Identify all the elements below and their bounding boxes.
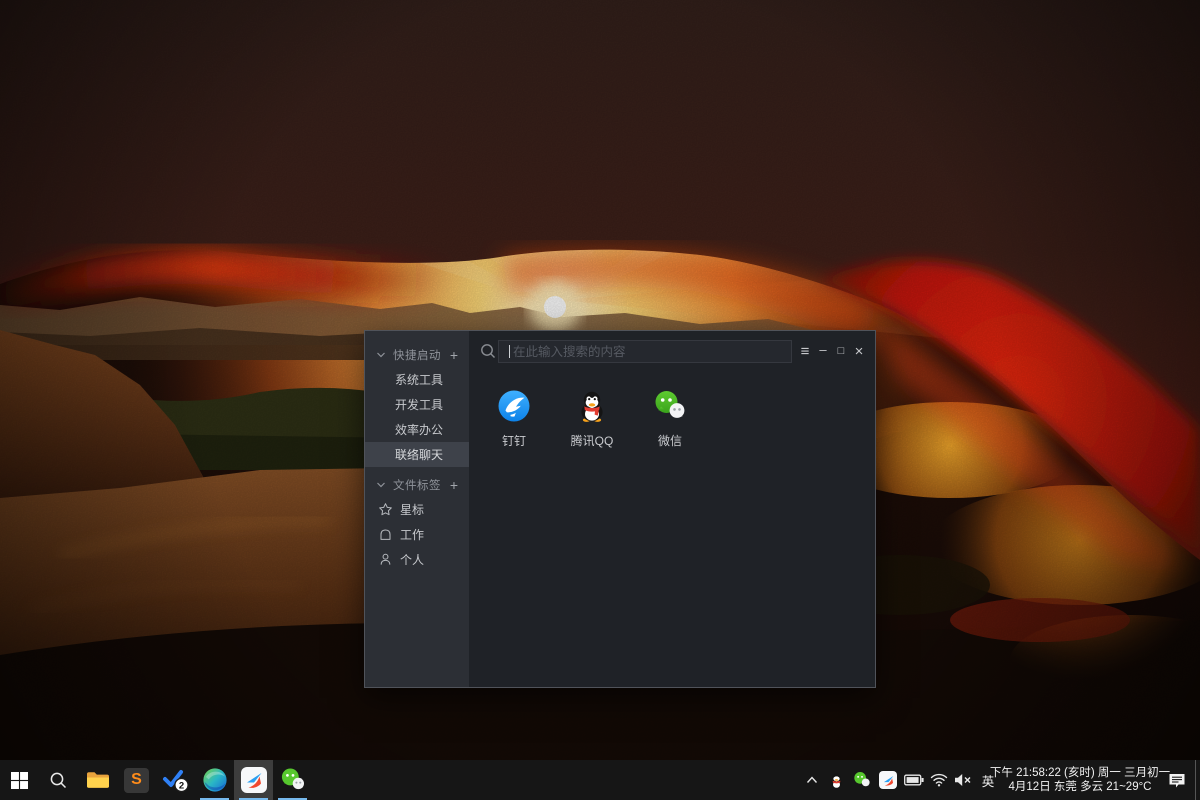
desktop: 快捷启动 + 系统工具 开发工具 效率办公 联络聊天 文件标签 + 星标 (0, 0, 1200, 800)
sidebar-item-office[interactable]: 效率办公 (365, 417, 469, 442)
app-tile-qq[interactable]: 腾讯QQ (553, 389, 631, 449)
search-input[interactable] (499, 341, 791, 362)
sidebar-group-quick-launch[interactable]: 快捷启动 + (365, 343, 469, 367)
home-icon (378, 527, 393, 542)
folder-icon (86, 770, 110, 790)
sidebar-item-system-tools[interactable]: 系统工具 (365, 367, 469, 392)
close-button[interactable]: × (850, 331, 868, 371)
show-desktop-button[interactable] (1195, 760, 1200, 800)
taskbar-search-button[interactable] (39, 760, 78, 800)
taskbar-launcher-app[interactable] (234, 760, 273, 800)
app-label: 腾讯QQ (571, 432, 614, 449)
search-box (498, 340, 792, 363)
app-label: 钉钉 (502, 432, 526, 449)
wechat-icon (853, 771, 871, 789)
menu-icon[interactable]: ≡ (796, 331, 814, 371)
dingtalk-icon (497, 389, 531, 423)
clock-line1: 下午 21:58:22 (亥时) 周一 三月初一 (990, 766, 1170, 780)
launcher-app-icon (241, 767, 267, 793)
sidebar-tag-work[interactable]: 工作 (365, 522, 469, 547)
app-tile-dingtalk[interactable]: 钉钉 (475, 389, 553, 449)
windows-logo-icon (11, 772, 28, 789)
tag-label: 工作 (400, 526, 424, 543)
tray-wifi[interactable] (927, 760, 951, 800)
launcher-main: ≡ – □ × 钉钉 (469, 331, 875, 687)
tray-wechat[interactable] (849, 760, 875, 800)
check-icon: 2 (162, 767, 189, 793)
sidebar-tag-starred[interactable]: 星标 (365, 497, 469, 522)
launcher-app-icon (879, 771, 897, 789)
edge-icon (202, 767, 228, 793)
sublime-icon: S (124, 768, 149, 793)
taskbar: S 2 (0, 760, 1200, 800)
notification-icon (1168, 772, 1186, 789)
sidebar-tag-personal[interactable]: 个人 (365, 547, 469, 572)
clock-line2: 4月12日 东莞 多云 21~29°C (990, 780, 1170, 794)
taskbar-todo-app[interactable]: 2 (156, 760, 195, 800)
tray-qq[interactable] (823, 760, 849, 800)
tray-volume-muted[interactable] (951, 760, 975, 800)
group-label: 快捷启动 (393, 347, 441, 363)
window-titlebar[interactable]: ≡ – □ × (469, 331, 875, 371)
taskbar-edge[interactable] (195, 760, 234, 800)
wifi-icon (930, 773, 948, 787)
star-icon (378, 502, 393, 517)
chevron-down-icon (376, 480, 386, 490)
taskbar-file-explorer[interactable] (78, 760, 117, 800)
minimize-button[interactable]: – (814, 331, 832, 371)
text-caret (509, 345, 510, 358)
battery-icon (904, 774, 924, 786)
tag-label: 星标 (400, 501, 424, 518)
tray-launcher-app[interactable] (875, 760, 901, 800)
app-label: 微信 (658, 432, 682, 449)
speaker-mute-icon (954, 773, 972, 787)
wechat-icon (653, 389, 687, 423)
wechat-icon (280, 767, 306, 793)
start-button[interactable] (0, 760, 39, 800)
system-tray: 英 下午 21:58:22 (亥时) 周一 三月初一 4月12日 东莞 多云 2… (801, 760, 1200, 800)
qq-icon (575, 389, 609, 423)
add-tag-button[interactable]: + (450, 480, 458, 490)
group-label: 文件标签 (393, 477, 441, 493)
search-icon (479, 342, 497, 360)
tray-battery[interactable] (901, 760, 927, 800)
taskbar-wechat[interactable] (273, 760, 312, 800)
launcher-window: 快捷启动 + 系统工具 开发工具 效率办公 联络聊天 文件标签 + 星标 (364, 330, 876, 688)
launcher-sidebar: 快捷启动 + 系统工具 开发工具 效率办公 联络聊天 文件标签 + 星标 (365, 331, 469, 687)
add-category-button[interactable]: + (450, 350, 458, 360)
sidebar-item-chat[interactable]: 联络聊天 (365, 442, 469, 467)
chevron-up-icon (806, 776, 818, 784)
taskbar-sublime-text[interactable]: S (117, 760, 156, 800)
app-grid: 钉钉 (469, 371, 875, 687)
badge-count: 2 (179, 780, 184, 791)
tray-clock[interactable]: 下午 21:58:22 (亥时) 周一 三月初一 4月12日 东莞 多云 21~… (1001, 760, 1159, 800)
qq-icon (828, 772, 845, 789)
tray-chevron-up[interactable] (801, 760, 823, 800)
app-tile-wechat[interactable]: 微信 (631, 389, 709, 449)
maximize-button[interactable]: □ (832, 331, 850, 371)
chevron-down-icon (376, 350, 386, 360)
action-center-button[interactable] (1159, 760, 1195, 800)
sidebar-group-file-tags[interactable]: 文件标签 + (365, 473, 469, 497)
tag-label: 个人 (400, 551, 424, 568)
search-icon (49, 771, 68, 790)
window-controls: ≡ – □ × (796, 331, 868, 371)
person-icon (378, 552, 393, 567)
sidebar-item-dev-tools[interactable]: 开发工具 (365, 392, 469, 417)
